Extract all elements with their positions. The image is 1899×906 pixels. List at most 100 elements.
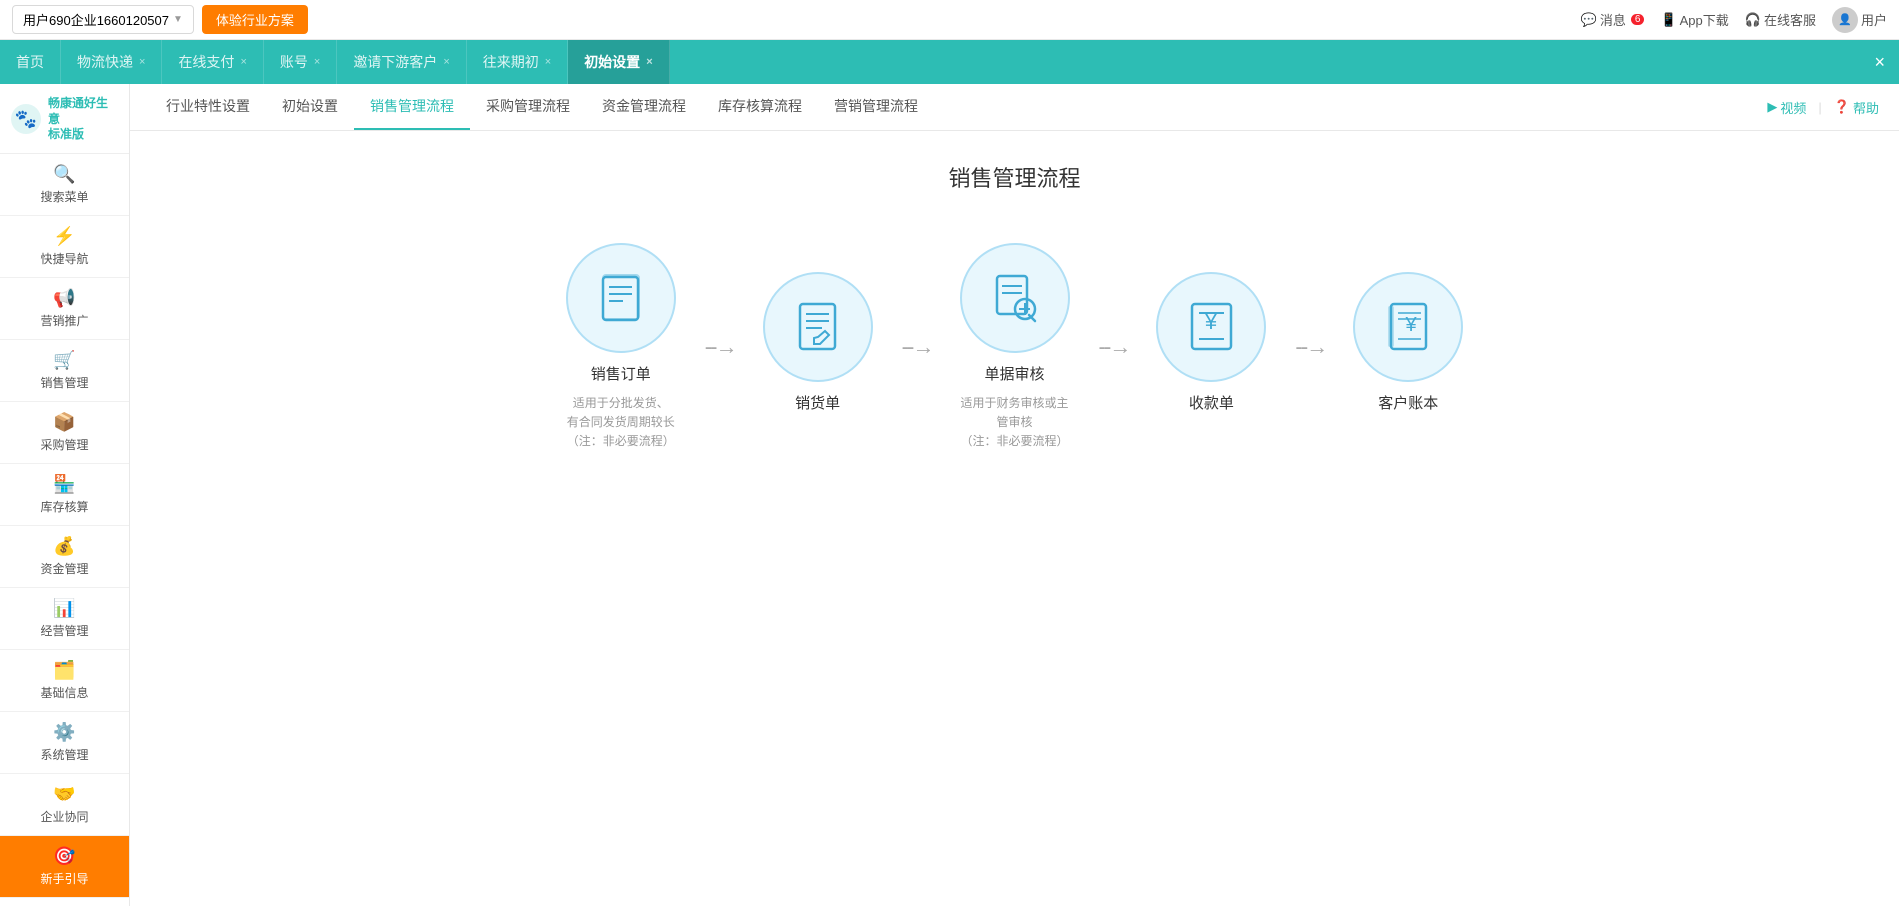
main-content: 行业特性设置 初始设置 销售管理流程 采购管理流程 资金管理流程 库存核算流程 … [130,84,1899,906]
sidebar-item-label: 快捷导航 [40,250,88,267]
sidebar-item-label: 销售管理 [40,374,88,391]
flow-step-icon [566,243,676,353]
sidebar-item-label: 资金管理 [40,560,88,577]
flow-arrow: - - → [1291,334,1328,360]
sidebar: 🐾 畅康通好生意 标准版 🔍 搜索菜单 ⚡ 快捷导航 📢 营销推广 🛒 销售管理… [0,84,130,906]
subtab-initial[interactable]: 初始设置 [266,84,354,130]
sales-icon: 🛒 [53,350,75,371]
sidebar-item-label: 采购管理 [40,436,88,453]
service-label: 在线客服 [1764,10,1816,29]
logo-line2: 标准版 [48,127,119,143]
tab-initial-setup-label: 初始设置 [584,52,640,72]
tab-logistics-label: 物流快递 [77,52,133,72]
video-button[interactable]: ▶ 视频 [1767,98,1806,117]
user-selector[interactable]: 用户690企业1660120507 ▼ [12,5,194,34]
sub-tabs: 行业特性设置 初始设置 销售管理流程 采购管理流程 资金管理流程 库存核算流程 … [130,84,1899,131]
flow-step-audit: 单据审核 适用于财务审核或主管审核（注：非必要流程） [935,243,1095,452]
subtab-marketing-flow[interactable]: 营销管理流程 [818,84,934,130]
service-button[interactable]: 🎧 在线客服 [1745,10,1816,29]
subtab-inventory-flow[interactable]: 库存核算流程 [702,84,818,130]
flow-step-label: 收款单 [1189,392,1234,413]
sidebar-item-quicknav[interactable]: ⚡ 快捷导航 [0,216,129,278]
avatar: 👤 [1832,7,1858,33]
tab-account[interactable]: 账号 × [264,40,337,84]
tab-home-label: 首页 [16,52,44,72]
close-icon[interactable]: × [545,56,551,68]
search-icon: 🔍 [53,164,75,185]
top-bar-left: 用户690企业1660120507 ▼ 体验行业方案 [12,5,308,34]
flow-step-icon [960,243,1070,353]
sidebar-item-label: 搜索菜单 [40,188,88,205]
logo-icon: 🐾 [10,103,42,135]
close-icon[interactable]: × [443,56,449,68]
tab-logistics[interactable]: 物流快递 × [61,40,162,84]
sidebar-logo: 🐾 畅康通好生意 标准版 [0,84,129,154]
sidebar-item-inventory[interactable]: 🏪 库存核算 [0,464,129,526]
quicknav-icon: ⚡ [53,226,75,247]
sidebar-item-search[interactable]: 🔍 搜索菜单 [0,154,129,216]
subtab-purchase-flow[interactable]: 采购管理流程 [470,84,586,130]
sidebar-item-finance[interactable]: 💰 资金管理 [0,526,129,588]
tab-period[interactable]: 往来期初 × [467,40,568,84]
divider: | [1818,100,1821,115]
tab-initial-setup[interactable]: 初始设置 × [568,40,669,84]
message-button[interactable]: 💬 消息 6 [1581,10,1645,29]
tab-home[interactable]: 首页 [0,40,61,84]
flow-step-icon: ¥ [1353,272,1463,382]
message-icon: 💬 [1581,12,1597,28]
video-label: 视频 [1780,98,1806,117]
service-icon: 🎧 [1745,12,1761,28]
finance-icon: 💰 [53,536,75,557]
sidebar-item-label: 库存核算 [40,498,88,515]
user-avatar-area[interactable]: 👤 用户 [1832,7,1887,33]
flow-step-label: 销货单 [795,392,840,413]
flow-step-label: 单据审核 [984,363,1044,384]
message-label: 消息 [1600,10,1626,29]
sidebar-item-appcenter[interactable]: 📱 应用中心 [0,898,129,906]
purchase-icon: 📦 [53,412,75,433]
sidebar-item-collab[interactable]: 🤝 企业协同 [0,774,129,836]
close-icon[interactable]: × [314,56,320,68]
tab-invite[interactable]: 邀请下游客户 × [337,40,466,84]
flow-arrow: - - → [701,334,738,360]
flow-step-icon: ¥ [1156,272,1266,382]
close-icon[interactable]: × [646,56,652,68]
app-download-button[interactable]: 📱 App下载 [1660,10,1728,29]
sidebar-item-sales[interactable]: 🛒 销售管理 [0,340,129,402]
close-icon[interactable]: × [139,56,145,68]
flow-step-ledger: ¥ 客户账本 [1328,272,1488,423]
tab-payment-label: 在线支付 [178,52,234,72]
flow-step-icon [763,272,873,382]
subtab-sales-flow[interactable]: 销售管理流程 [354,84,470,130]
sidebar-item-label: 基础信息 [40,684,88,701]
close-all-tabs-button[interactable]: × [1860,40,1899,84]
flow-row: 销售订单 适用于分批发货、有合同发货周期较长（注：非必要流程） - - → [170,243,1859,452]
user-name-label: 用户 [1861,10,1887,29]
marketing-icon: 📢 [53,288,75,309]
svg-text:¥: ¥ [1404,314,1417,336]
svg-text:🐾: 🐾 [15,109,37,129]
video-icon: ▶ [1767,99,1777,115]
flow-section: 销售管理流程 销售订单 适用于分批发货、有合同发货周期较长（ [130,131,1899,482]
sidebar-item-system[interactable]: ⚙️ 系统管理 [0,712,129,774]
tab-payment[interactable]: 在线支付 × [162,40,263,84]
nav-tabs: 首页 物流快递 × 在线支付 × 账号 × 邀请下游客户 × 往来期初 × 初始… [0,40,1899,84]
flow-step-receipt: ¥ 收款单 [1131,272,1291,423]
sidebar-item-operations[interactable]: 📊 经营管理 [0,588,129,650]
app-label: App下载 [1680,10,1729,29]
flow-step-desc: 适用于财务审核或主管审核（注：非必要流程） [960,394,1068,452]
help-button[interactable]: ❓ 帮助 [1834,98,1879,117]
sidebar-item-guide[interactable]: 🎯 新手引导 [0,836,129,898]
dropdown-arrow-icon: ▼ [173,14,183,25]
sidebar-item-purchase[interactable]: 📦 采购管理 [0,402,129,464]
close-icon[interactable]: × [240,56,246,68]
main-layout: 🐾 畅康通好生意 标准版 🔍 搜索菜单 ⚡ 快捷导航 📢 营销推广 🛒 销售管理… [0,84,1899,906]
subtab-industry[interactable]: 行业特性设置 [150,84,266,130]
message-badge: 6 [1631,14,1645,25]
trial-button[interactable]: 体验行业方案 [202,5,308,34]
basic-icon: 🗂️ [53,660,75,681]
flow-arrow: - - → [1095,334,1132,360]
sidebar-item-basic[interactable]: 🗂️ 基础信息 [0,650,129,712]
sidebar-item-marketing[interactable]: 📢 营销推广 [0,278,129,340]
subtab-finance-flow[interactable]: 资金管理流程 [586,84,702,130]
